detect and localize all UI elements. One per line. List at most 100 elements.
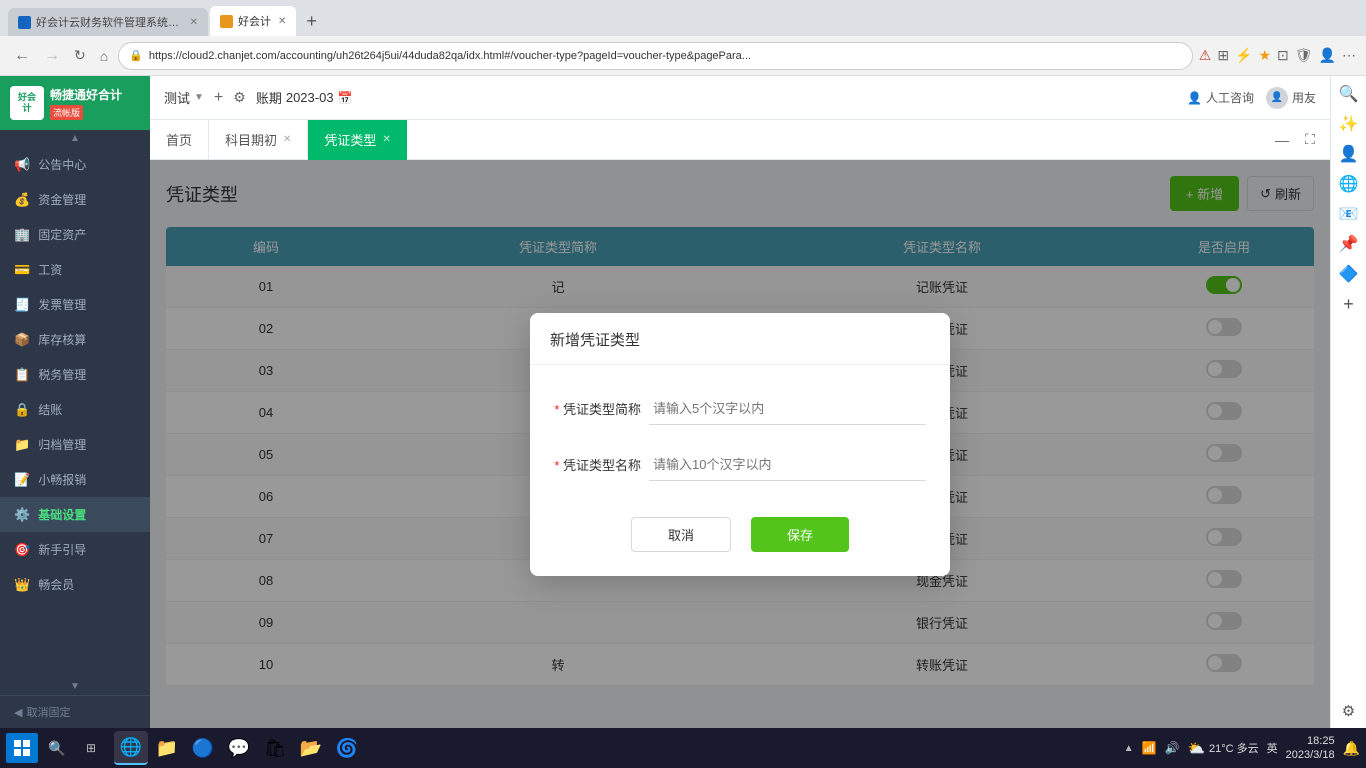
ext-icon-2[interactable]: ⊞: [1217, 47, 1229, 64]
sidebar-item-closing[interactable]: 🔒 结账: [0, 392, 150, 427]
right-panel-star[interactable]: ✨: [1339, 114, 1359, 134]
ext-icon-4[interactable]: ★: [1258, 47, 1271, 64]
user-btn[interactable]: 👤 用友: [1266, 87, 1316, 109]
logo-icon: 好会计: [10, 86, 44, 120]
period-calendar-icon[interactable]: 📅: [338, 91, 353, 105]
tab-navigation: 首页 科目期初 ✕ 凭证类型 ✕ — ⛶: [150, 120, 1330, 160]
ext-icon-1[interactable]: ⚠: [1199, 47, 1212, 64]
tab2-close[interactable]: ✕: [278, 16, 286, 27]
nav-refresh[interactable]: ↻: [70, 45, 90, 66]
taskbar-app-chrome[interactable]: 🌐: [114, 731, 148, 765]
right-panel-mail[interactable]: 📧: [1339, 204, 1359, 224]
sidebar-item-archive[interactable]: 📁 归档管理: [0, 427, 150, 462]
sidebar-item-finance[interactable]: 💰 资金管理: [0, 182, 150, 217]
tab-expand-icon[interactable]: ⛶: [1298, 128, 1322, 152]
taskbar-time: 18:25 2023/3/18: [1286, 734, 1335, 763]
sidebar-item-inventory[interactable]: 📦 库存核算: [0, 322, 150, 357]
modal-header: 新增凭证类型: [530, 313, 950, 365]
taskbar-up-arrow[interactable]: ▲: [1124, 743, 1134, 754]
right-panel-settings[interactable]: ⚙: [1342, 702, 1355, 720]
tab-subject[interactable]: 科目期初 ✕: [209, 120, 308, 160]
ext-icon-7[interactable]: 👤: [1319, 47, 1336, 64]
sidebar-unpin[interactable]: ◀ 取消固定: [0, 695, 150, 728]
logo-badge: 流帐版: [50, 105, 83, 120]
support-btn[interactable]: 👤 人工咨询: [1187, 89, 1254, 106]
sidebar-logo: 好会计 畅捷通好合计 流帐版: [0, 76, 150, 130]
tab-subject-label: 科目期初: [225, 130, 277, 149]
sidebar-item-tax[interactable]: 📋 税务管理: [0, 357, 150, 392]
volume-icon: 🔊: [1165, 741, 1180, 755]
workspace-settings-icon[interactable]: ⚙: [233, 89, 246, 106]
weather-icon: ⛅: [1188, 740, 1205, 757]
sidebar-item-invoice[interactable]: 🧾 发票管理: [0, 287, 150, 322]
sidebar-item-settings[interactable]: ⚙️ 基础设置: [0, 497, 150, 532]
right-panel-search[interactable]: 🔍: [1339, 84, 1359, 104]
tab-home[interactable]: 首页: [150, 120, 209, 160]
sidebar-item-announcement[interactable]: 📢 公告中心: [0, 147, 150, 182]
taskbar-app-wechat[interactable]: 💬: [222, 731, 256, 765]
taskbar-app-taskbar[interactable]: 📁: [150, 731, 184, 765]
archive-icon: 📁: [14, 437, 30, 453]
save-button[interactable]: 保存: [751, 517, 849, 552]
right-panel-globe[interactable]: 🌐: [1339, 174, 1359, 194]
period-value: 2023-03: [286, 90, 334, 105]
url-bar[interactable]: 🔒 https://cloud2.chanjet.com/accounting/…: [118, 42, 1193, 70]
url-text: https://cloud2.chanjet.com/accounting/uh…: [149, 50, 751, 62]
ext-icon-3[interactable]: ⚡: [1235, 47, 1252, 64]
ext-icon-6[interactable]: 🛡: [1295, 47, 1313, 64]
ext-icon-5[interactable]: ⊡: [1277, 47, 1289, 64]
cancel-button[interactable]: 取消: [631, 517, 731, 552]
right-panel-add[interactable]: +: [1343, 294, 1354, 315]
browser-menu[interactable]: ⋯: [1342, 47, 1356, 64]
right-panel-diamond[interactable]: 🔷: [1339, 264, 1359, 284]
taskbar: 🔍 ⊞ 🌐 📁 🔵 💬 🛍 📂 🌀 ▲ 📶 🔊 ⛅ 21°C 多云: [0, 728, 1366, 768]
search-taskbar-btn[interactable]: 🔍: [42, 733, 72, 763]
tab-minimize-icon[interactable]: —: [1270, 128, 1294, 152]
tab-voucher-type[interactable]: 凭证类型 ✕: [308, 120, 406, 160]
app-container: 好会计 畅捷通好合计 流帐版 ▲ 📢 公告中心 💰 资金管理 🏢 固定资产 💳: [0, 76, 1366, 728]
tab2-label: 好会计: [238, 13, 271, 29]
browser-tab-1[interactable]: 好会计云财务软件管理系统_会计 ✕: [8, 8, 208, 36]
abbr-input[interactable]: [649, 393, 926, 425]
sidebar-item-member[interactable]: 👑 畅会员: [0, 567, 150, 602]
tab2-favicon: [220, 15, 233, 28]
store-icon: 🛍: [264, 738, 287, 759]
user-label: 用友: [1292, 89, 1316, 106]
taskbar-app-edge[interactable]: 🔵: [186, 731, 220, 765]
add-workspace-btn[interactable]: +: [214, 89, 223, 107]
expense-label: 小畅报销: [38, 471, 86, 488]
start-button[interactable]: [6, 733, 38, 763]
nav-home[interactable]: ⌂: [96, 46, 112, 66]
name-input[interactable]: [649, 449, 926, 481]
notification-icon[interactable]: 🔔: [1343, 740, 1360, 757]
browser-tab-2[interactable]: 好会计 ✕: [210, 6, 296, 36]
tab-voucher-close[interactable]: ✕: [382, 134, 390, 145]
tax-label: 税务管理: [38, 366, 86, 383]
nav-forward[interactable]: →: [40, 45, 64, 67]
right-panel-pin[interactable]: 📌: [1339, 234, 1359, 254]
tab1-close[interactable]: ✕: [190, 17, 198, 28]
sidebar-item-expense[interactable]: 📝 小畅报销: [0, 462, 150, 497]
sidebar-item-guide[interactable]: 🎯 新手引导: [0, 532, 150, 567]
right-panel-user[interactable]: 👤: [1339, 144, 1359, 164]
sidebar-item-fixed-assets[interactable]: 🏢 固定资产: [0, 217, 150, 252]
network-icon: 📶: [1142, 741, 1157, 755]
taskbar-app-edge2[interactable]: 🌀: [330, 731, 364, 765]
tab-subject-close[interactable]: ✕: [283, 134, 291, 145]
nav-back[interactable]: ←: [10, 45, 34, 67]
unpin-icon: ◀: [14, 706, 22, 719]
taskbar-right: ▲ 📶 🔊 ⛅ 21°C 多云 英 18:25 2023/3/18 🔔: [1124, 734, 1360, 763]
name-form-label: * 凭证类型名称: [554, 455, 649, 474]
new-tab-button[interactable]: +: [298, 6, 325, 36]
member-label: 畅会员: [38, 576, 74, 593]
unpin-label: 取消固定: [26, 704, 70, 720]
workspace-selector[interactable]: 测试 ▼: [164, 88, 204, 107]
edge-icon: 🔵: [192, 738, 214, 759]
fixed-assets-label: 固定资产: [38, 226, 86, 243]
taskbar-app-store[interactable]: 🛍: [258, 731, 292, 765]
workspace-name: 测试: [164, 88, 190, 107]
taskbar-app-files[interactable]: 📂: [294, 731, 328, 765]
taskview-btn[interactable]: ⊞: [76, 733, 106, 763]
sidebar-item-salary[interactable]: 💳 工资: [0, 252, 150, 287]
sidebar: 好会计 畅捷通好合计 流帐版 ▲ 📢 公告中心 💰 资金管理 🏢 固定资产 💳: [0, 76, 150, 728]
